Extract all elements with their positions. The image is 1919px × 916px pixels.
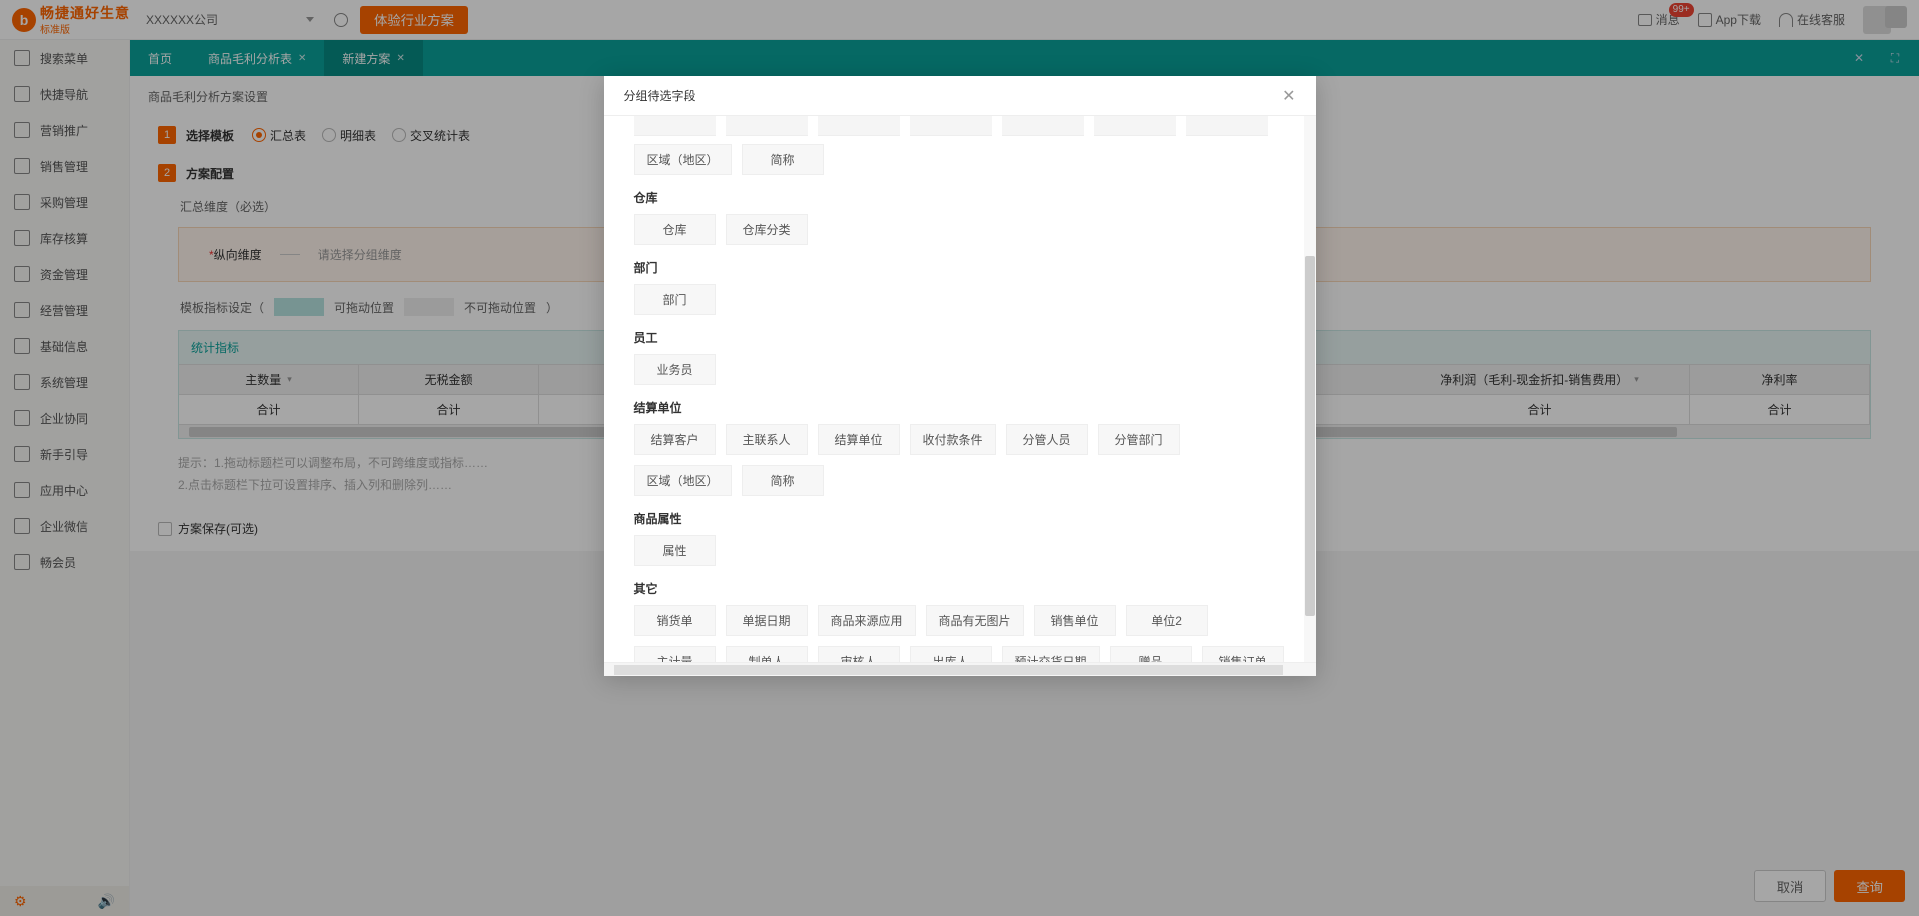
chip-row-0: 仓库仓库分类 xyxy=(634,214,1286,245)
modal-v-thumb[interactable] xyxy=(1305,256,1315,616)
chip-row-1: 部门 xyxy=(634,284,1286,315)
chip-partial[interactable] xyxy=(634,116,716,136)
chip-partial[interactable] xyxy=(910,116,992,136)
group-title-5: 其它 xyxy=(634,580,1286,597)
modal-h-thumb[interactable] xyxy=(614,665,1283,675)
close-icon[interactable]: ✕ xyxy=(1282,86,1295,106)
modal-header: 分组待选字段 ✕ xyxy=(604,76,1316,116)
chip-row-5: 销货单单据日期商品来源应用商品有无图片销售单位单位2 主计量制单人审核人出库人预计… xyxy=(634,605,1286,662)
field-chip[interactable]: 分管人员 xyxy=(1006,424,1088,455)
group-title-0: 仓库 xyxy=(634,189,1286,206)
modal: 分组待选字段 ✕ 区域（地区）简称 仓库仓库仓库分类部门部门员工业务员结算单位结… xyxy=(604,76,1316,676)
chip-partial[interactable] xyxy=(818,116,900,136)
field-chip[interactable]: 单据日期 xyxy=(726,605,808,636)
group-title-3: 结算单位 xyxy=(634,399,1286,416)
field-chip[interactable]: 预计交货日期 xyxy=(1002,646,1100,662)
field-chip[interactable]: 部门 xyxy=(634,284,716,315)
field-chip[interactable]: 销货单 xyxy=(634,605,716,636)
modal-h-scrollbar[interactable] xyxy=(604,662,1316,676)
field-chip[interactable]: 仓库 xyxy=(634,214,716,245)
field-chip[interactable]: 仓库分类 xyxy=(726,214,808,245)
field-chip[interactable]: 主计量 xyxy=(634,646,716,662)
field-chip[interactable]: 商品有无图片 xyxy=(926,605,1024,636)
field-chip[interactable]: 销售订单 xyxy=(1202,646,1284,662)
field-chip[interactable]: 赠品 xyxy=(1110,646,1192,662)
modal-v-scrollbar[interactable] xyxy=(1304,116,1316,662)
chip-partial[interactable] xyxy=(1186,116,1268,136)
chip-partial[interactable] xyxy=(726,116,808,136)
field-chip[interactable]: 简称 xyxy=(742,465,824,496)
field-chip[interactable]: 销售单位 xyxy=(1034,605,1116,636)
group-title-2: 员工 xyxy=(634,329,1286,346)
chip-partial[interactable] xyxy=(1002,116,1084,136)
modal-body: 区域（地区）简称 仓库仓库仓库分类部门部门员工业务员结算单位结算客户主联系人结算… xyxy=(604,116,1316,662)
field-chip[interactable]: 主联系人 xyxy=(726,424,808,455)
chip-row-3: 结算客户主联系人结算单位收付款条件分管人员分管部门区域（地区） 简称 xyxy=(634,424,1286,496)
field-chip[interactable]: 审核人 xyxy=(818,646,900,662)
field-chip[interactable]: 分管部门 xyxy=(1098,424,1180,455)
chip-row-4: 属性 xyxy=(634,535,1286,566)
chip-row-2: 业务员 xyxy=(634,354,1286,385)
field-chip[interactable]: 属性 xyxy=(634,535,716,566)
field-chip[interactable]: 出库人 xyxy=(910,646,992,662)
field-chip[interactable]: 结算客户 xyxy=(634,424,716,455)
modal-title: 分组待选字段 xyxy=(624,87,696,104)
group-title-4: 商品属性 xyxy=(634,510,1286,527)
field-chip[interactable]: 区域（地区） xyxy=(634,465,732,496)
field-chip[interactable]: 商品来源应用 xyxy=(818,605,916,636)
field-chip[interactable]: 简称 xyxy=(742,144,824,175)
field-chip[interactable]: 单位2 xyxy=(1126,605,1208,636)
field-chip[interactable]: 区域（地区） xyxy=(634,144,732,175)
field-chip[interactable]: 业务员 xyxy=(634,354,716,385)
group-title-1: 部门 xyxy=(634,259,1286,276)
field-chip[interactable]: 结算单位 xyxy=(818,424,900,455)
field-chip[interactable]: 制单人 xyxy=(726,646,808,662)
field-chip[interactable]: 收付款条件 xyxy=(910,424,996,455)
chip-partial[interactable] xyxy=(1094,116,1176,136)
